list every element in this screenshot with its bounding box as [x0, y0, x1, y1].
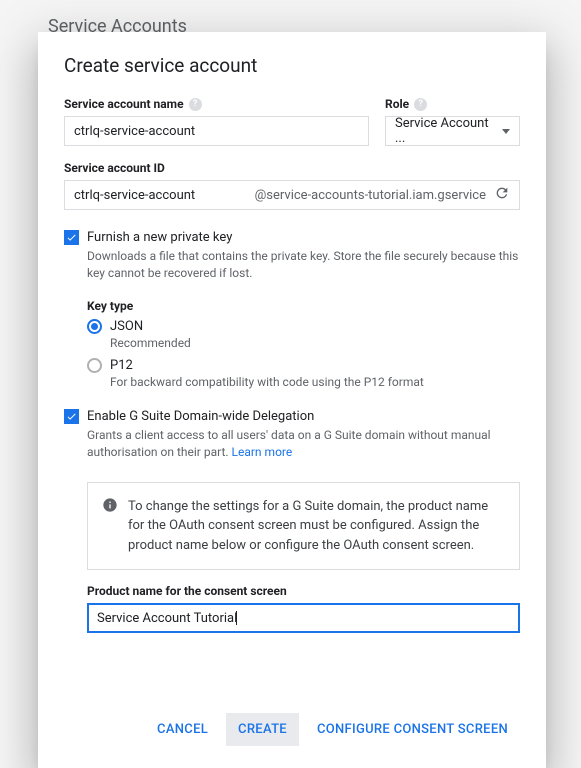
service-account-id-group: Service account ID @service-accounts-tut…	[64, 161, 520, 210]
product-name-input[interactable]: Service Account Tutorial	[87, 603, 520, 633]
refresh-icon[interactable]	[494, 185, 510, 205]
text-cursor	[236, 611, 237, 625]
product-name-section: Product name for the consent screen Serv…	[87, 584, 520, 633]
key-type-p12-radio[interactable]	[87, 358, 102, 373]
role-select[interactable]: Service Account ...	[385, 116, 520, 146]
service-account-id-label: Service account ID	[64, 161, 165, 175]
create-button[interactable]: CREATE	[226, 713, 299, 746]
delegation-section: Enable G Suite Domain-wide Delegation Gr…	[64, 409, 520, 462]
furnish-key-section: Furnish a new private key Downloads a fi…	[64, 230, 520, 283]
dialog-actions: CANCEL CREATE CONFIGURE CONSENT SCREEN	[64, 713, 520, 746]
service-account-name-input[interactable]	[64, 116, 369, 146]
key-type-p12-desc: For backward compatibility with code usi…	[110, 375, 520, 389]
key-type-p12-label: P12	[110, 358, 133, 373]
furnish-key-desc: Downloads a file that contains the priva…	[87, 248, 520, 283]
key-type-json-radio[interactable]	[87, 319, 102, 334]
role-group: Role ? Service Account ...	[385, 97, 520, 146]
key-type-section: Key type JSON Recommended P12 For backwa…	[87, 299, 520, 389]
cancel-button[interactable]: CANCEL	[145, 713, 220, 746]
configure-consent-screen-button[interactable]: CONFIGURE CONSENT SCREEN	[305, 713, 520, 746]
help-icon[interactable]: ?	[189, 98, 202, 111]
service-account-id-wrap: @service-accounts-tutorial.iam.gservice	[64, 180, 520, 210]
info-icon	[102, 497, 118, 513]
help-icon[interactable]: ?	[414, 98, 427, 111]
product-name-label: Product name for the consent screen	[87, 584, 520, 598]
chevron-down-icon	[502, 129, 510, 134]
learn-more-link[interactable]: Learn more	[232, 445, 293, 459]
delegation-label: Enable G Suite Domain-wide Delegation	[87, 409, 314, 424]
delegation-desc: Grants a client access to all users' dat…	[87, 427, 520, 462]
furnish-key-checkbox[interactable]	[64, 230, 79, 245]
role-label: Role	[385, 97, 409, 111]
key-type-label: Key type	[87, 299, 520, 313]
service-account-name-group: Service account name ?	[64, 97, 369, 146]
service-account-id-suffix: @service-accounts-tutorial.iam.gservice	[255, 188, 486, 203]
delegation-checkbox[interactable]	[64, 409, 79, 424]
role-selected-value: Service Account ...	[395, 116, 502, 146]
key-type-json-desc: Recommended	[110, 336, 520, 350]
create-service-account-dialog: Create service account Service account n…	[38, 32, 546, 768]
service-account-id-input[interactable]	[74, 188, 255, 203]
key-type-json-label: JSON	[110, 319, 143, 334]
dialog-title: Create service account	[64, 54, 520, 77]
furnish-key-label: Furnish a new private key	[87, 230, 232, 245]
info-box-text: To change the settings for a G Suite dom…	[128, 497, 505, 556]
service-account-name-label: Service account name	[64, 97, 184, 111]
info-box: To change the settings for a G Suite dom…	[87, 482, 520, 571]
